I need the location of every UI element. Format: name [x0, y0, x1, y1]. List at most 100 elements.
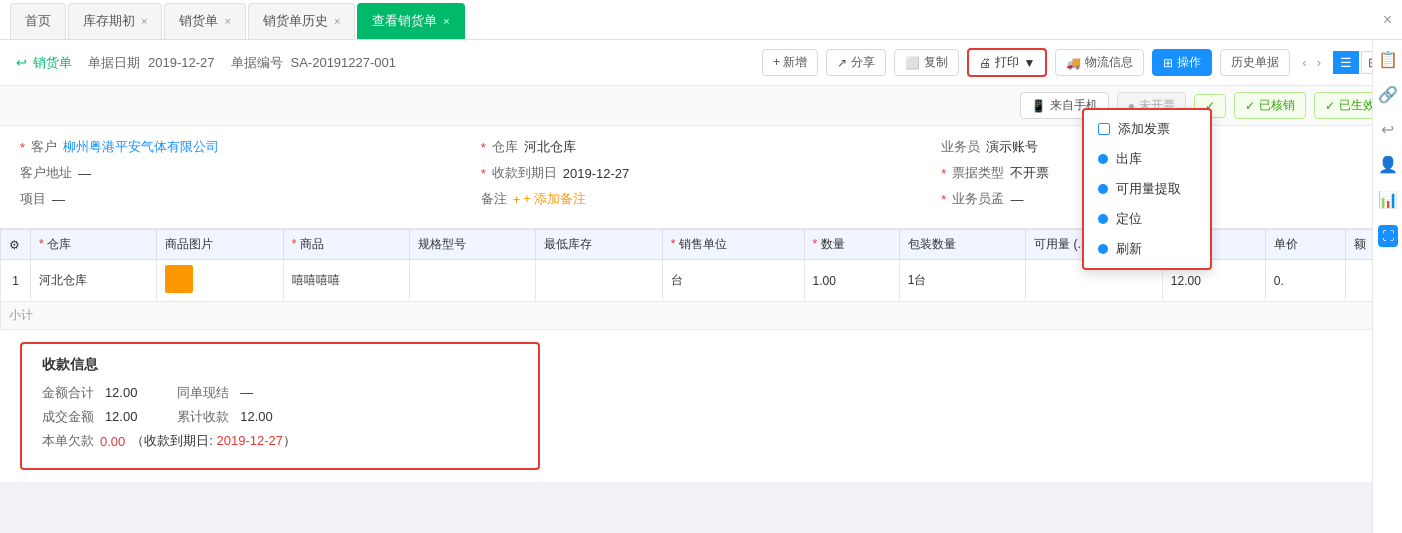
share-icon: ↗ [837, 56, 847, 70]
sidebar-return-icon[interactable]: ↩ [1381, 120, 1394, 139]
th-quantity: * 数量 [804, 230, 899, 260]
plus-icon: + [513, 192, 521, 207]
operations-dropdown: 添加发票 出库 可用量提取 定位 刷新 [1082, 108, 1212, 270]
warehouse-value: 河北仓库 [524, 138, 576, 156]
verified-icon: ✓ [1245, 99, 1255, 113]
refresh-item[interactable]: 刷新 [1084, 234, 1210, 264]
amount-field: 金额合计 12.00 [42, 384, 137, 402]
invoice-icon [1098, 123, 1110, 135]
copy-icon: ⬜ [905, 56, 920, 70]
customer-field: * 客户 柳州粤港平安气体有限公司 [20, 138, 461, 156]
same-order-value: — [240, 385, 253, 400]
amount-value: 12.00 [105, 385, 138, 400]
sidebar-user-icon[interactable]: 👤 [1378, 155, 1398, 174]
transaction-value: 12.00 [105, 409, 138, 424]
sidebar-expand-icon[interactable]: ⛶ [1378, 225, 1398, 247]
row-warehouse: 河北仓库 [31, 260, 157, 302]
bottom-panel: 收款信息 金额合计 12.00 同单现结 — 成交金额 12.00 累计收款 [0, 330, 1402, 482]
th-product: * 商品 [283, 230, 409, 260]
row-product-img [157, 260, 283, 302]
phone-icon: 📱 [1031, 99, 1046, 113]
cumulative-field: 累计收款 12.00 [177, 408, 272, 426]
ticket-type-value: 不开票 [1010, 164, 1049, 182]
print-button[interactable]: 🖨 打印 ▼ [967, 48, 1047, 77]
logistics-icon: 🚚 [1066, 56, 1081, 70]
balance-value: 0.00 [100, 434, 125, 449]
effective-icon: ✓ [1325, 99, 1335, 113]
cumulative-value: 12.00 [240, 409, 273, 424]
warehouse-out-item[interactable]: 出库 [1084, 144, 1210, 174]
same-order-field: 同单现结 — [177, 384, 253, 402]
available-extract-item[interactable]: 可用量提取 [1084, 174, 1210, 204]
doc-title: 销货单 [33, 54, 72, 72]
th-settings[interactable]: ⚙ [1, 230, 31, 260]
product-image [165, 265, 193, 293]
th-warehouse: * 仓库 [31, 230, 157, 260]
nav-arrows: ‹ › [1298, 53, 1325, 72]
extract-icon [1098, 184, 1108, 194]
close-window-btn[interactable]: × [1383, 11, 1392, 29]
right-sidebar: 📋 🔗 ↩ 👤 📊 ⛶ [1372, 40, 1402, 482]
doc-actions: + 新增 ↗ 分享 ⬜ 复制 🖨 打印 ▼ 🚚 物流信息 ⊞ 操作 历史单据 ‹… [762, 48, 1386, 77]
operations-button[interactable]: ⊞ 操作 [1152, 49, 1212, 76]
project-field: 项目 — [20, 190, 461, 208]
close-inventory-tab[interactable]: × [141, 15, 147, 27]
doc-title-area: ↩ 销货单 [16, 54, 72, 72]
row-product: 嘻嘻嘻嘻 [283, 260, 409, 302]
doc-number-info: 单据编号 SA-20191227-001 [231, 54, 397, 72]
number-label: 单据编号 [231, 54, 283, 72]
close-view-sales-tab[interactable]: × [443, 15, 449, 27]
staff-value: 演示账号 [986, 138, 1038, 156]
row-seq: 1 [1, 260, 31, 302]
tab-bar: 首页 库存期初 × 销货单 × 销货单历史 × 查看销货单 × × [0, 0, 1402, 40]
add-notes-btn[interactable]: + + 添加备注 [513, 190, 587, 208]
grid-icon: ⊞ [1163, 56, 1173, 70]
th-unit: * 销售单位 [662, 230, 804, 260]
date-label: 单据日期 [88, 54, 140, 72]
address-field: 客户地址 — [20, 164, 461, 182]
date-value: 2019-12-27 [148, 55, 215, 70]
balance-field: 本单欠款 0.00 （收款到期日: 2019-12-27） [42, 432, 296, 450]
payment-info-title: 收款信息 [42, 356, 518, 374]
next-arrow[interactable]: › [1313, 53, 1325, 72]
locate-item[interactable]: 定位 [1084, 204, 1210, 234]
subtotal-row: 小计 [1, 302, 1402, 330]
sidebar-doc-icon[interactable]: 📋 [1378, 50, 1398, 69]
add-invoice-item[interactable]: 添加发票 [1084, 114, 1210, 144]
th-unit-price: 单价 [1265, 230, 1345, 260]
tab-sales[interactable]: 销货单 × [164, 3, 245, 39]
row-spec [409, 260, 535, 302]
payment-row-1: 金额合计 12.00 同单现结 — [42, 384, 518, 402]
new-button[interactable]: + 新增 [762, 49, 818, 76]
sidebar-chart-icon[interactable]: 📊 [1378, 190, 1398, 209]
th-min-stock: 最低库存 [536, 230, 662, 260]
locate-icon [1098, 214, 1108, 224]
tab-inventory[interactable]: 库存期初 × [68, 3, 162, 39]
share-button[interactable]: ↗ 分享 [826, 49, 886, 76]
notes-field: 备注 + + 添加备注 [481, 190, 922, 208]
th-spec: 规格型号 [409, 230, 535, 260]
sidebar-link-icon[interactable]: 🔗 [1378, 85, 1398, 104]
print-dropdown-icon: ▼ [1023, 56, 1035, 70]
address-value: — [78, 166, 91, 181]
copy-button[interactable]: ⬜ 复制 [894, 49, 959, 76]
close-sales-tab[interactable]: × [224, 15, 230, 27]
row-min-stock [536, 260, 662, 302]
verified-status-btn[interactable]: ✓ 已核销 [1234, 92, 1306, 119]
print-icon: 🖨 [979, 56, 991, 70]
tab-view-sales[interactable]: 查看销货单 × [357, 3, 464, 39]
transaction-field: 成交金额 12.00 [42, 408, 137, 426]
history-docs-button[interactable]: 历史单据 [1220, 49, 1290, 76]
close-history-tab[interactable]: × [334, 15, 340, 27]
due-date-value: 2019-12-27 [563, 166, 630, 181]
doc-header: ↩ 销货单 单据日期 2019-12-27 单据编号 SA-20191227-0… [0, 40, 1402, 86]
prev-arrow[interactable]: ‹ [1298, 53, 1310, 72]
customer-value[interactable]: 柳州粤港平安气体有限公司 [63, 138, 219, 156]
number-value: SA-20191227-001 [291, 55, 397, 70]
balance-note: （收款到期日: 2019-12-27） [131, 432, 296, 450]
tab-history[interactable]: 销货单历史 × [248, 3, 355, 39]
logistics-button[interactable]: 🚚 物流信息 [1055, 49, 1144, 76]
row-unit: 台 [662, 260, 804, 302]
tab-home[interactable]: 首页 [10, 3, 66, 39]
list-view-btn[interactable]: ☰ [1333, 51, 1359, 74]
